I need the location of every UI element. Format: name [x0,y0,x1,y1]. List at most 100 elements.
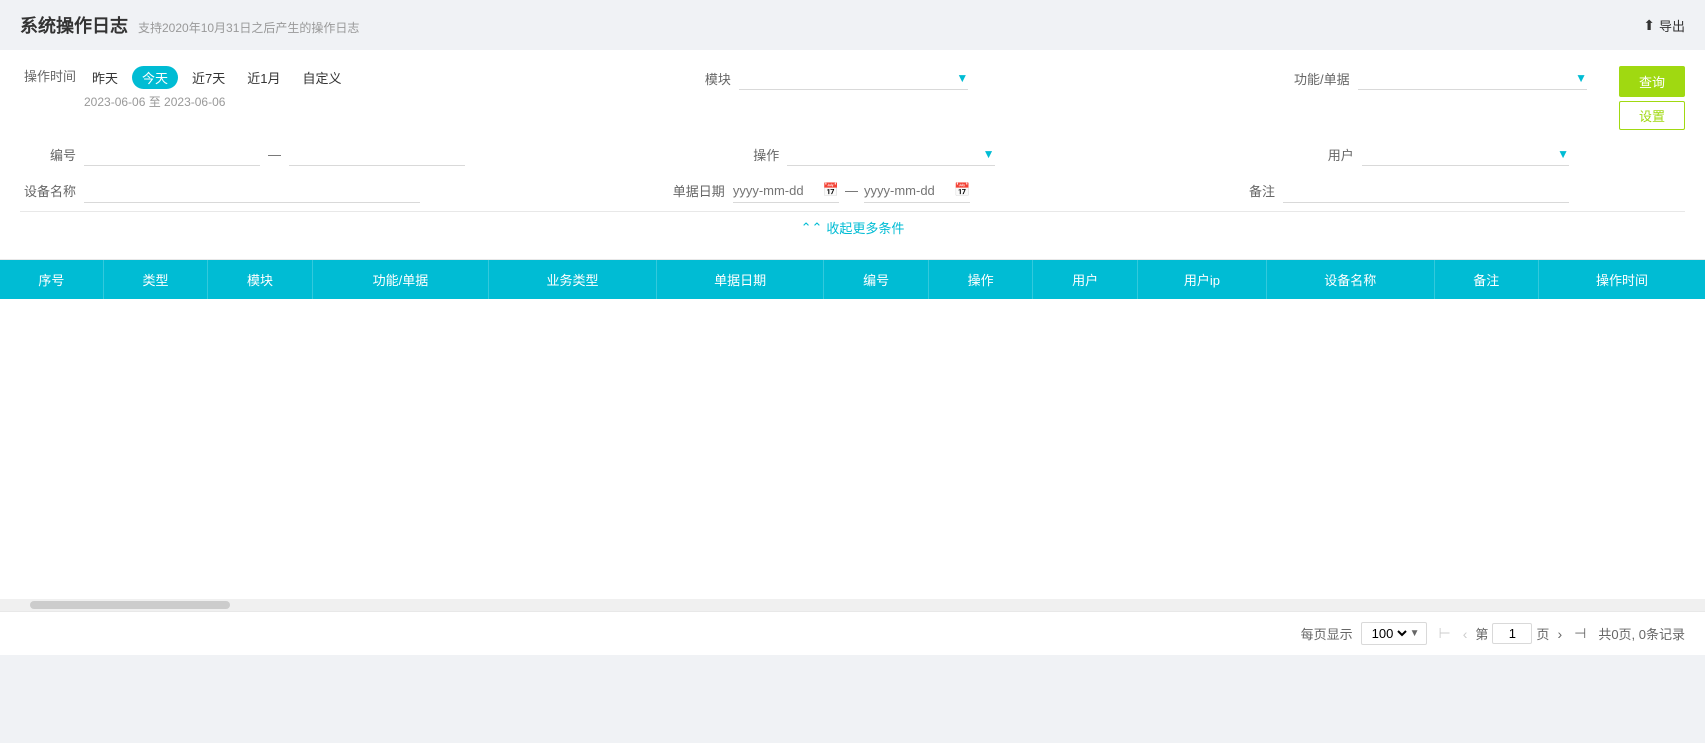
feature-chevron-icon: ▼ [1575,71,1587,85]
user-filter-item: 用户 ▼ [1298,142,1569,166]
time-btn-today[interactable]: 今天 [132,66,178,89]
collapse-button[interactable]: ⌃⌃ 收起更多条件 [20,211,1685,243]
feature-select[interactable] [1358,70,1571,85]
operation-select[interactable] [787,146,978,161]
per-page-select-wrapper: 50 100 200 ▼ [1361,622,1427,645]
col-index: 序号 [0,260,103,299]
table-container: 序号 类型 模块 功能/单据 业务类型 单据日期 编号 操作 用户 用户ip 设… [0,260,1705,599]
col-feature: 功能/单据 [312,260,488,299]
user-chevron-icon: ▼ [1557,147,1569,161]
action-buttons: 查询 设置 [1619,66,1685,130]
export-label: 导出 [1659,16,1685,35]
collapse-label: 收起更多条件 [826,218,904,237]
feature-filter-item: 功能/单据 ▼ [1294,66,1587,90]
col-date: 单据日期 [656,260,824,299]
scrollbar-thumb[interactable] [30,601,230,609]
time-btn-yesterday[interactable]: 昨天 [84,66,126,89]
feature-label: 功能/单据 [1294,69,1350,88]
col-module: 模块 [208,260,312,299]
device-input[interactable] [84,179,420,203]
feature-select-wrapper: ▼ [1358,66,1587,90]
export-button[interactable]: ⬆ 导出 [1643,16,1685,35]
col-number: 编号 [824,260,928,299]
remark-label: 备注 [1219,181,1275,200]
empty-area [0,299,1705,599]
page-number-input[interactable] [1492,623,1532,644]
table-header-row: 序号 类型 模块 功能/单据 业务类型 单据日期 编号 操作 用户 用户ip 设… [0,260,1705,299]
page-suffix-label: 页 [1536,624,1549,643]
filter-row-1: 操作时间 昨天 今天 近7天 近1月 自定义 2023-06-06 至 2023… [20,66,1685,130]
filter-row-3: 设备名称 单据日期 📅 — 📅 备注 [20,178,1685,203]
user-label: 用户 [1298,145,1354,164]
remark-filter-item: 备注 [1219,179,1569,203]
col-biztype: 业务类型 [489,260,657,299]
settings-button[interactable]: 设置 [1619,101,1685,130]
filter-area: 操作时间 昨天 今天 近7天 近1月 自定义 2023-06-06 至 2023… [0,50,1705,260]
date-label: 单据日期 [669,181,725,200]
last-page-button[interactable]: ⊣ [1570,623,1590,644]
date-separator: — [845,183,858,198]
device-filter-item: 设备名称 [20,179,420,203]
col-operation: 操作 [928,260,1032,299]
date-range: 📅 — 📅 [733,178,970,203]
number-to-input[interactable] [289,142,465,166]
table-header: 序号 类型 模块 功能/单据 业务类型 单据日期 编号 操作 用户 用户ip 设… [0,260,1705,299]
header-left: 系统操作日志 支持2020年10月31日之后产生的操作日志 [20,12,359,38]
user-select-wrapper: ▼ [1362,142,1569,166]
prev-page-button[interactable]: ‹ [1459,624,1472,644]
time-filter-item: 操作时间 昨天 今天 近7天 近1月 自定义 2023-06-06 至 2023… [20,66,350,110]
time-btn-custom[interactable]: 自定义 [295,66,350,89]
module-label: 模块 [675,69,731,88]
page-subtitle: 支持2020年10月31日之后产生的操作日志 [138,19,359,36]
time-range-display: 2023-06-06 至 2023-06-06 [84,93,350,110]
number-label: 编号 [20,145,76,164]
number-from-input[interactable] [84,142,260,166]
number-separator: — [268,147,281,162]
operation-chevron-icon: ▼ [983,147,995,161]
date-from-wrapper: 📅 [733,178,839,203]
module-chevron-icon: ▼ [956,71,968,85]
date-filter-item: 单据日期 📅 — 📅 [669,178,970,203]
col-type: 类型 [103,260,207,299]
page-header: 系统操作日志 支持2020年10月31日之后产生的操作日志 ⬆ 导出 [0,0,1705,50]
operation-label: 操作 [723,145,779,164]
total-label: 共0页, 0条记录 [1598,624,1685,643]
col-remark: 备注 [1434,260,1538,299]
device-label: 设备名称 [20,181,76,200]
col-user-ip: 用户ip [1137,260,1266,299]
date-to-input[interactable] [864,183,954,198]
per-page-chevron-icon: ▼ [1410,628,1420,639]
date-from-input[interactable] [733,183,823,198]
collapse-chevron-icon: ⌃⌃ [801,220,823,236]
filter-row-2: 编号 — 操作 ▼ 用户 ▼ [20,142,1685,166]
user-select[interactable] [1362,146,1553,161]
calendar-from-icon[interactable]: 📅 [823,182,839,198]
module-filter-item: 模块 ▼ [675,66,968,90]
module-select[interactable] [739,70,952,85]
time-filter: 昨天 今天 近7天 近1月 自定义 2023-06-06 至 2023-06-0… [84,66,350,110]
next-page-button[interactable]: › [1553,624,1566,644]
remark-input[interactable] [1283,179,1569,203]
data-table: 序号 类型 模块 功能/单据 业务类型 单据日期 编号 操作 用户 用户ip 设… [0,260,1705,299]
date-to-wrapper: 📅 [864,178,970,203]
number-filter-item: 编号 — [20,142,420,166]
time-buttons: 昨天 今天 近7天 近1月 自定义 [84,66,350,89]
col-op-time: 操作时间 [1539,260,1705,299]
page-title: 系统操作日志 [20,12,128,38]
time-btn-1month[interactable]: 近1月 [239,66,288,89]
export-icon: ⬆ [1643,17,1655,34]
col-device: 设备名称 [1266,260,1434,299]
time-label: 操作时间 [20,66,76,85]
pagination-bar: 每页显示 50 100 200 ▼ ⊢ ‹ 第 页 › ⊣ 共0页, 0条记录 [0,611,1705,655]
calendar-to-icon[interactable]: 📅 [954,182,970,198]
query-button[interactable]: 查询 [1619,66,1685,97]
module-select-wrapper: ▼ [739,66,968,90]
operation-select-wrapper: ▼ [787,142,994,166]
per-page-select[interactable]: 50 100 200 [1368,625,1410,642]
col-user: 用户 [1033,260,1137,299]
horizontal-scrollbar[interactable] [0,599,1705,611]
page-navigation: ⊢ ‹ 第 页 › ⊣ [1435,623,1591,644]
first-page-button[interactable]: ⊢ [1435,623,1455,644]
operation-filter-item: 操作 ▼ [723,142,994,166]
time-btn-7days[interactable]: 近7天 [184,66,233,89]
